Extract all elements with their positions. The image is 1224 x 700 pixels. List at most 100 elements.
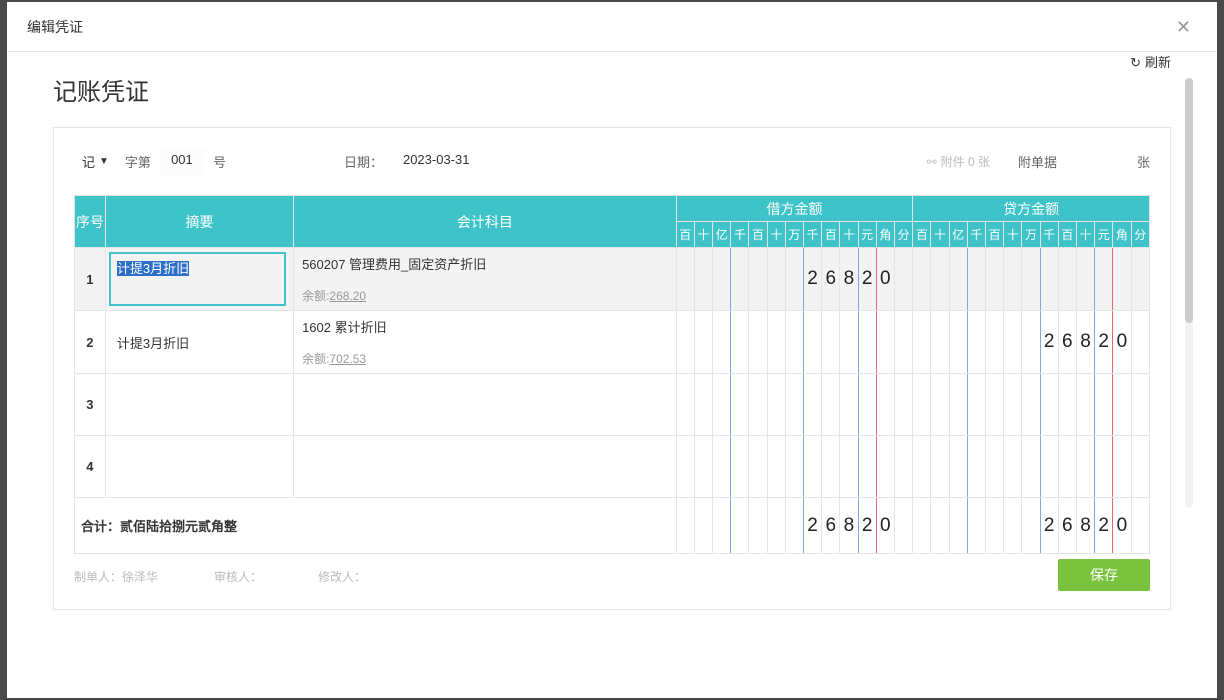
digit-cell[interactable] bbox=[785, 248, 803, 311]
digit-cell[interactable] bbox=[1131, 311, 1150, 374]
digit-cell[interactable] bbox=[894, 498, 912, 554]
digit-cell[interactable] bbox=[731, 248, 749, 311]
voucher-type-select[interactable]: 记 ▼ bbox=[74, 148, 117, 175]
digit-cell[interactable] bbox=[822, 436, 840, 498]
account-cell[interactable] bbox=[294, 436, 677, 498]
digit-cell[interactable] bbox=[1004, 311, 1022, 374]
digit-cell[interactable] bbox=[876, 374, 894, 436]
digit-cell[interactable] bbox=[1076, 436, 1094, 498]
digit-cell[interactable] bbox=[713, 311, 731, 374]
digit-cell[interactable] bbox=[1131, 436, 1150, 498]
digit-cell[interactable] bbox=[767, 248, 785, 311]
digit-cell[interactable] bbox=[949, 248, 967, 311]
abstract-cell[interactable] bbox=[105, 374, 293, 436]
digit-cell[interactable]: 0 bbox=[876, 248, 894, 311]
digit-cell[interactable] bbox=[931, 374, 949, 436]
digit-cell[interactable] bbox=[749, 248, 767, 311]
digit-cell[interactable] bbox=[913, 498, 931, 554]
digit-cell[interactable] bbox=[986, 248, 1004, 311]
digit-cell[interactable] bbox=[785, 498, 803, 554]
digit-cell[interactable] bbox=[676, 311, 694, 374]
digit-cell[interactable] bbox=[676, 248, 694, 311]
digit-cell[interactable] bbox=[894, 374, 912, 436]
attach-form-input[interactable] bbox=[1065, 152, 1121, 172]
digit-cell[interactable]: 8 bbox=[840, 498, 858, 554]
digit-cell[interactable] bbox=[713, 374, 731, 436]
digit-cell[interactable] bbox=[1022, 374, 1040, 436]
digit-cell[interactable]: 2 bbox=[804, 248, 822, 311]
digit-cell[interactable] bbox=[694, 436, 712, 498]
account-cell[interactable]: 1602 累计折旧余额:702.53 bbox=[294, 311, 677, 374]
digit-cell[interactable] bbox=[731, 311, 749, 374]
digit-cell[interactable] bbox=[731, 498, 749, 554]
digit-cell[interactable] bbox=[713, 498, 731, 554]
digit-cell[interactable]: 6 bbox=[822, 498, 840, 554]
digit-cell[interactable] bbox=[676, 498, 694, 554]
abstract-cell[interactable]: 计提3月折旧 bbox=[105, 311, 293, 374]
digit-cell[interactable] bbox=[1004, 248, 1022, 311]
digit-cell[interactable] bbox=[840, 374, 858, 436]
digit-cell[interactable] bbox=[858, 436, 876, 498]
digit-cell[interactable] bbox=[731, 374, 749, 436]
digit-cell[interactable] bbox=[1040, 374, 1058, 436]
digit-cell[interactable] bbox=[1131, 374, 1150, 436]
digit-cell[interactable] bbox=[1131, 498, 1150, 554]
digit-cell[interactable] bbox=[1022, 498, 1040, 554]
digit-cell[interactable] bbox=[1004, 436, 1022, 498]
digit-cell[interactable] bbox=[822, 374, 840, 436]
digit-cell[interactable]: 0 bbox=[876, 498, 894, 554]
digit-cell[interactable] bbox=[931, 436, 949, 498]
digit-cell[interactable] bbox=[694, 374, 712, 436]
digit-cell[interactable]: 2 bbox=[1095, 498, 1113, 554]
digit-cell[interactable] bbox=[1040, 248, 1058, 311]
digit-cell[interactable]: 8 bbox=[1076, 311, 1094, 374]
digit-cell[interactable] bbox=[1095, 248, 1113, 311]
digit-cell[interactable]: 0 bbox=[1113, 498, 1131, 554]
digit-cell[interactable] bbox=[785, 374, 803, 436]
account-cell[interactable]: 560207 管理费用_固定资产折旧余额:268.20 bbox=[294, 248, 677, 311]
digit-cell[interactable] bbox=[749, 374, 767, 436]
digit-cell[interactable] bbox=[949, 498, 967, 554]
date-input[interactable]: 2023-03-31 bbox=[397, 149, 485, 175]
digit-cell[interactable] bbox=[804, 436, 822, 498]
digit-cell[interactable] bbox=[986, 436, 1004, 498]
digit-cell[interactable] bbox=[894, 311, 912, 374]
abstract-cell[interactable] bbox=[105, 436, 293, 498]
digit-cell[interactable] bbox=[1022, 436, 1040, 498]
digit-cell[interactable] bbox=[949, 436, 967, 498]
digit-cell[interactable] bbox=[694, 498, 712, 554]
digit-cell[interactable] bbox=[1113, 374, 1131, 436]
digit-cell[interactable] bbox=[1022, 311, 1040, 374]
digit-cell[interactable] bbox=[785, 436, 803, 498]
save-button[interactable]: 保存 bbox=[1058, 559, 1150, 591]
digit-cell[interactable]: 2 bbox=[1040, 311, 1058, 374]
digit-cell[interactable] bbox=[1058, 248, 1076, 311]
digit-cell[interactable]: 0 bbox=[1113, 311, 1131, 374]
digit-cell[interactable]: 2 bbox=[858, 248, 876, 311]
digit-cell[interactable] bbox=[858, 311, 876, 374]
digit-cell[interactable]: 6 bbox=[1058, 498, 1076, 554]
digit-cell[interactable] bbox=[804, 374, 822, 436]
digit-cell[interactable] bbox=[1113, 436, 1131, 498]
digit-cell[interactable] bbox=[1004, 374, 1022, 436]
digit-cell[interactable] bbox=[749, 436, 767, 498]
digit-cell[interactable] bbox=[894, 248, 912, 311]
digit-cell[interactable] bbox=[749, 311, 767, 374]
refresh-button[interactable]: ↻刷新 bbox=[1130, 52, 1171, 71]
digit-cell[interactable] bbox=[858, 374, 876, 436]
digit-cell[interactable] bbox=[949, 311, 967, 374]
digit-cell[interactable] bbox=[986, 498, 1004, 554]
digit-cell[interactable] bbox=[876, 311, 894, 374]
digit-cell[interactable] bbox=[804, 311, 822, 374]
digit-cell[interactable] bbox=[1076, 248, 1094, 311]
digit-cell[interactable] bbox=[840, 311, 858, 374]
digit-cell[interactable] bbox=[931, 498, 949, 554]
digit-cell[interactable] bbox=[913, 311, 931, 374]
digit-cell[interactable] bbox=[731, 436, 749, 498]
close-icon[interactable]: ✕ bbox=[1170, 0, 1197, 56]
attachment-link[interactable]: ⚯附件 0 张 bbox=[927, 153, 990, 170]
digit-cell[interactable] bbox=[913, 248, 931, 311]
voucher-seq-input[interactable]: 001 bbox=[159, 149, 205, 175]
digit-cell[interactable] bbox=[694, 311, 712, 374]
digit-cell[interactable] bbox=[713, 248, 731, 311]
